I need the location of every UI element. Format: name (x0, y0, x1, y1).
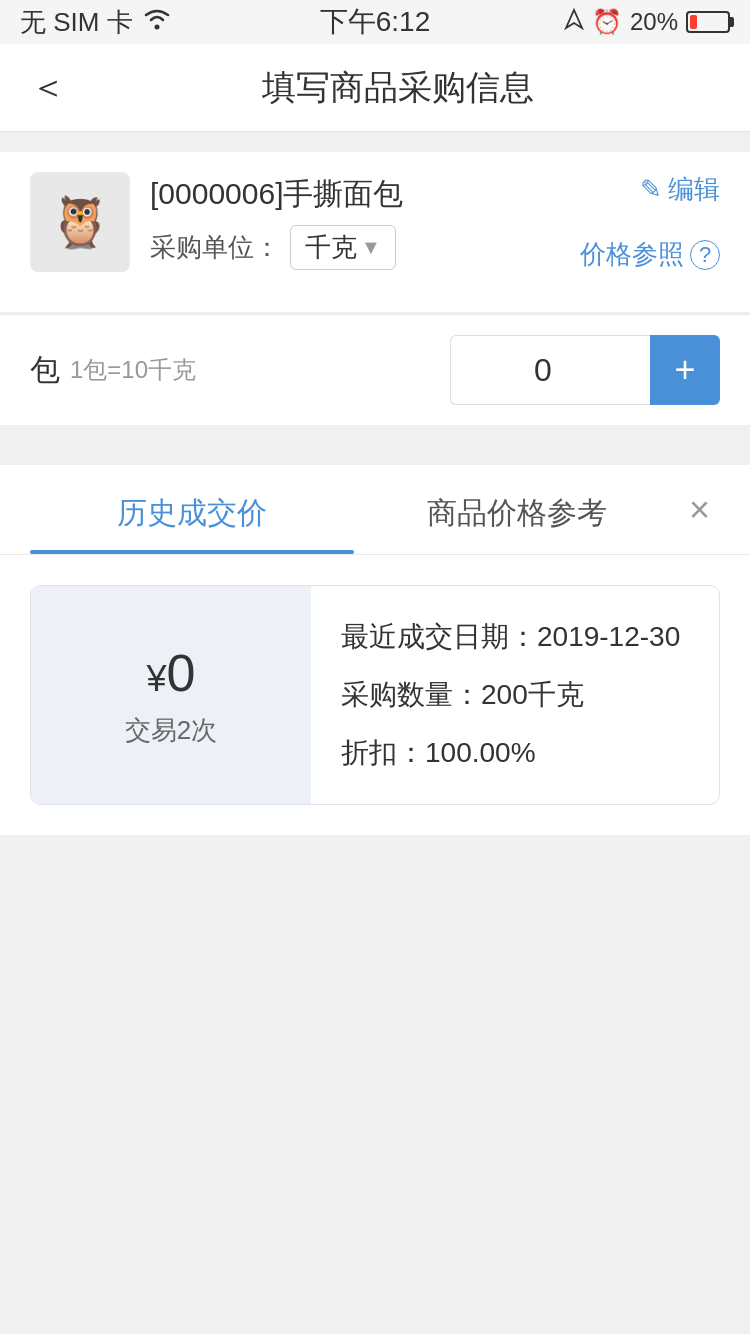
edit-label: 编辑 (668, 172, 720, 207)
tab-price-reference[interactable]: 商品价格参考 (354, 465, 678, 554)
purchase-qty-row: 采购数量：200千克 (341, 674, 689, 716)
purchase-qty-label: 采购数量： (341, 679, 481, 710)
product-right-col: ✎ 编辑 价格参照 ? (580, 172, 720, 272)
status-bar: 无 SIM 卡 下午6:12 ⏰ 20% (0, 0, 750, 44)
alarm-icon: ⏰ (592, 8, 622, 36)
status-left: 无 SIM 卡 (20, 5, 171, 40)
page-title: 填写商品采购信息 (76, 65, 720, 111)
svg-point-0 (154, 24, 159, 29)
quantity-row: 包 1包=10千克 + (0, 314, 750, 425)
close-button[interactable]: × (679, 479, 720, 541)
separator (0, 425, 750, 445)
dropdown-arrow-icon: ▼ (361, 236, 381, 259)
unit-badge: 包 (30, 350, 60, 391)
main-content-area (0, 835, 750, 1334)
product-info: [0000006]手撕面包 采购单位： 千克 ▼ (150, 174, 403, 270)
price-amount: 0 (167, 644, 196, 702)
help-icon: ? (690, 240, 720, 270)
status-right: ⏰ 20% (564, 8, 730, 36)
edit-icon: ✎ (640, 174, 662, 205)
product-thumbnail: 🦉 (30, 172, 130, 272)
price-card-container: ¥0 交易2次 最近成交日期：2019-12-30 采购数量：200千克 折扣：… (0, 555, 750, 835)
quantity-label: 包 1包=10千克 (30, 350, 196, 391)
product-left: 🦉 [0000006]手撕面包 采购单位： 千克 ▼ (30, 172, 403, 272)
location-icon (564, 8, 584, 36)
status-time: 下午6:12 (320, 3, 431, 41)
product-image: 🦉 (49, 193, 111, 251)
tab-history-price[interactable]: 历史成交价 (30, 465, 354, 554)
quantity-input-row: + (450, 335, 720, 405)
price-ref-panel: 历史成交价 商品价格参考 × ¥0 交易2次 最近成交日期：2019-12-30… (0, 465, 750, 835)
discount-row: 折扣：100.00% (341, 732, 689, 774)
unit-dropdown[interactable]: 千克 ▼ (290, 225, 396, 270)
unit-conversion: 1包=10千克 (70, 354, 196, 386)
tab-underline (30, 550, 354, 554)
carrier-text: 无 SIM 卡 (20, 5, 133, 40)
price-ref-label: 价格参照 (580, 237, 684, 272)
nav-bar: ＜ 填写商品采购信息 (0, 44, 750, 132)
price-card-right: 最近成交日期：2019-12-30 采购数量：200千克 折扣：100.00% (311, 586, 719, 804)
price-card-left: ¥0 交易2次 (31, 586, 311, 804)
back-button[interactable]: ＜ (20, 53, 76, 122)
price-ref-tabs: 历史成交价 商品价格参考 × (0, 465, 750, 555)
discount-label: 折扣： (341, 737, 425, 768)
wifi-icon (143, 7, 171, 38)
recent-date-label: 最近成交日期： (341, 621, 537, 652)
product-name: [0000006]手撕面包 (150, 174, 403, 215)
price-card: ¥0 交易2次 最近成交日期：2019-12-30 采购数量：200千克 折扣：… (30, 585, 720, 805)
price-display: ¥0 (147, 643, 196, 703)
increment-button[interactable]: + (650, 335, 720, 405)
recent-date-row: 最近成交日期：2019-12-30 (341, 616, 689, 658)
product-unit-row: 采购单位： 千克 ▼ (150, 225, 403, 270)
edit-button[interactable]: ✎ 编辑 (640, 172, 720, 207)
unit-value: 千克 (305, 230, 357, 265)
currency-symbol: ¥ (147, 658, 167, 699)
purchase-qty-value: 200千克 (481, 679, 584, 710)
product-card: 🦉 [0000006]手撕面包 采购单位： 千克 ▼ ✎ 编辑 价格参照 (0, 152, 750, 312)
quantity-input[interactable] (450, 335, 650, 405)
discount-value: 100.00% (425, 737, 536, 768)
product-header: 🦉 [0000006]手撕面包 采购单位： 千克 ▼ ✎ 编辑 价格参照 (30, 172, 720, 272)
unit-label: 采购单位： (150, 230, 280, 265)
battery-percent: 20% (630, 8, 678, 36)
trade-count: 交易2次 (125, 713, 217, 748)
battery-icon (686, 11, 730, 33)
recent-date-value: 2019-12-30 (537, 621, 680, 652)
price-ref-button[interactable]: 价格参照 ? (580, 237, 720, 272)
